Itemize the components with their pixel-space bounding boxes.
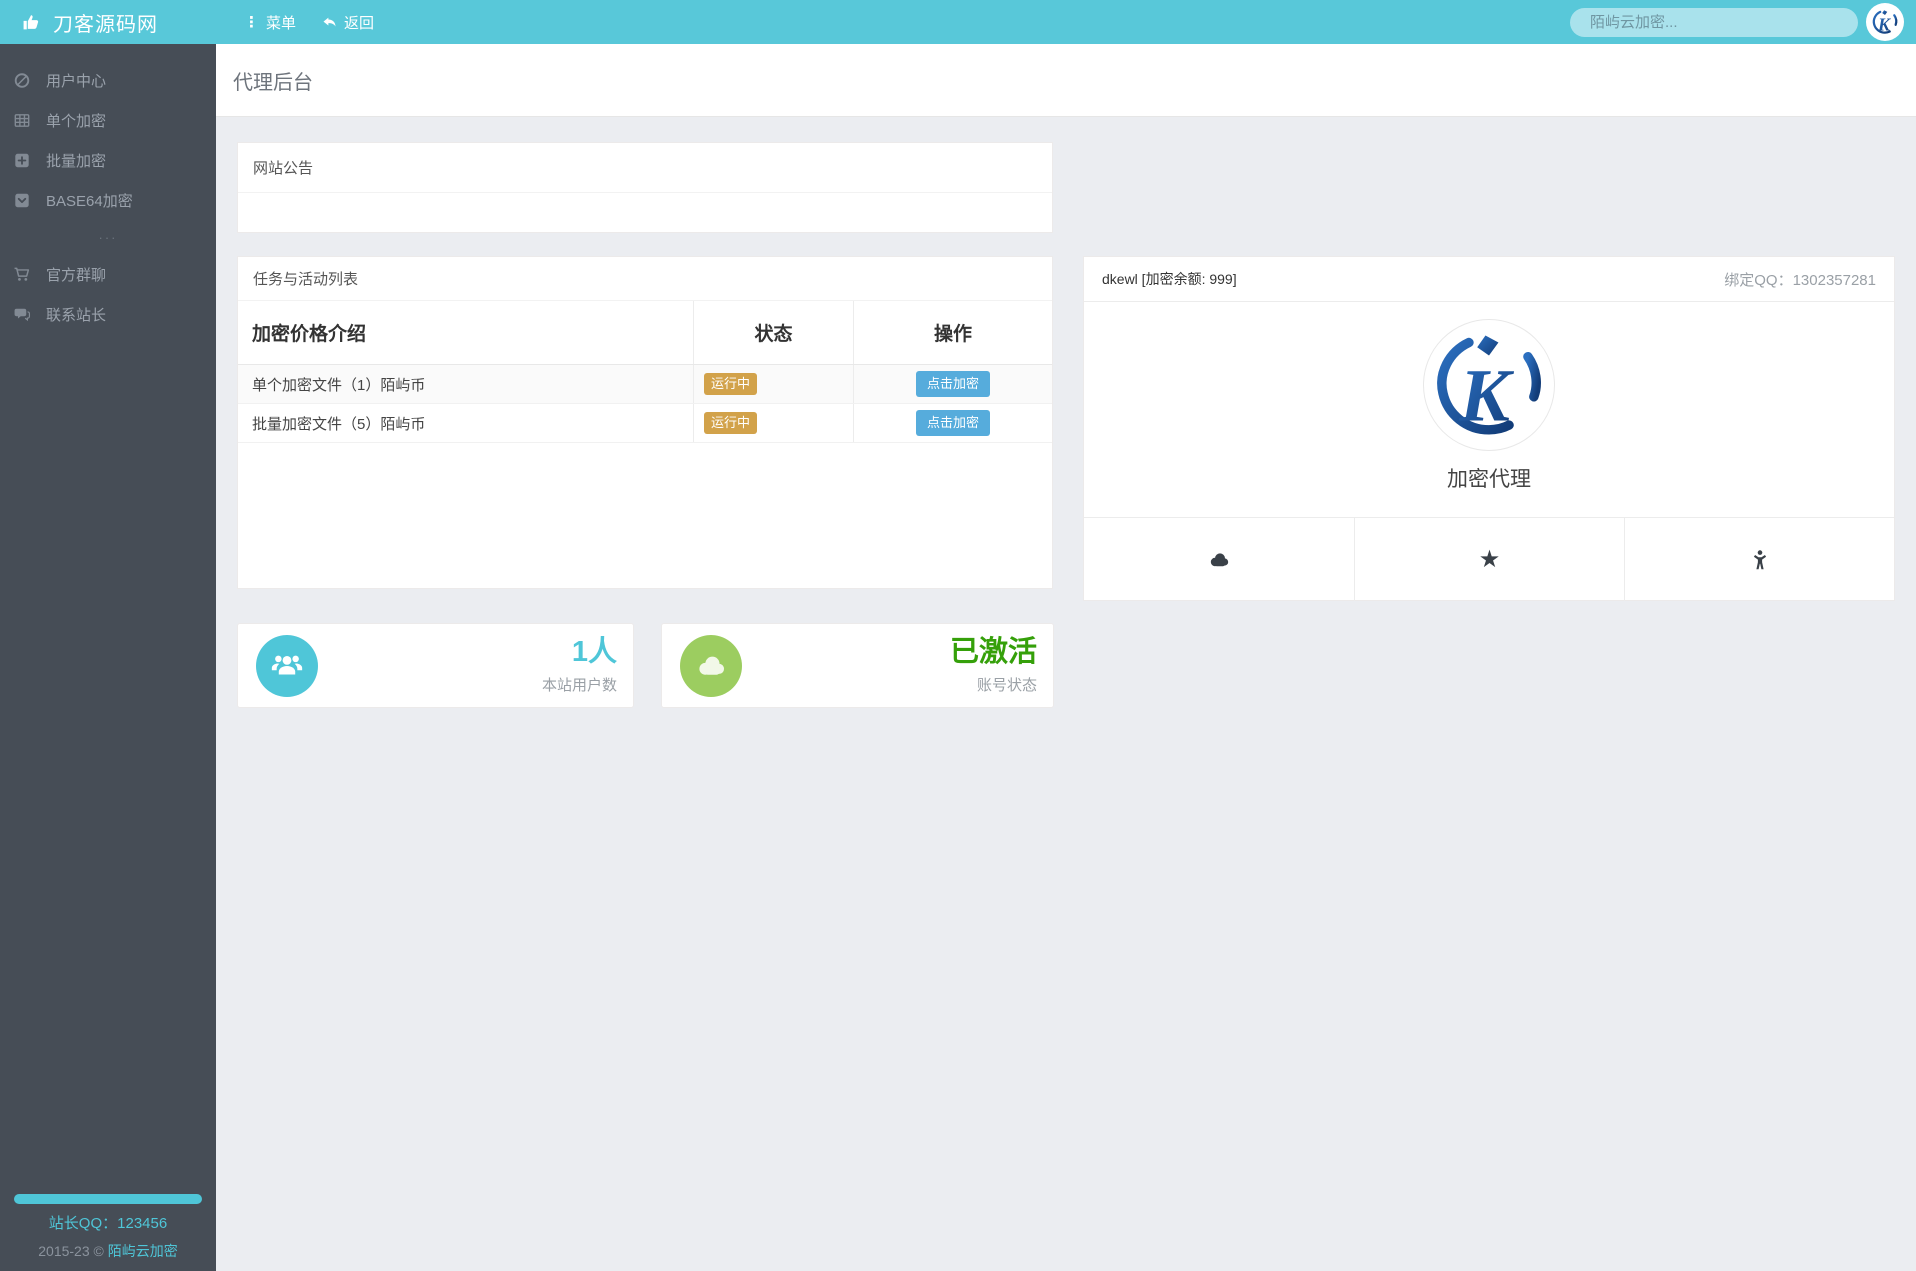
- notice-panel-body: [238, 193, 1052, 233]
- notice-panel-title: 网站公告: [238, 143, 1052, 193]
- page-title: 代理后台: [233, 66, 313, 95]
- account-status-label: 账号状态: [950, 674, 1037, 695]
- page-header: 代理后台: [216, 44, 1916, 117]
- task-row: 批量加密文件（5）陌屿币 运行中 点击加密: [238, 404, 1052, 443]
- cart-icon: [12, 266, 32, 283]
- profile-card-header: dkewl [加密余额: 999] 绑定QQ：1302357281: [1084, 257, 1894, 302]
- menu-label: 菜单: [266, 12, 296, 33]
- profile-card-body: 加密代理: [1084, 302, 1894, 517]
- account-status-value: 已激活: [950, 636, 1037, 669]
- sidebar-footer: 站长QQ：123456 2015-23 © 陌屿云加密: [0, 1194, 216, 1261]
- brand[interactable]: 刀客源码网: [22, 0, 158, 44]
- users-count-value: 1人: [542, 636, 617, 669]
- copyright-prefix: 2015-23 ©: [38, 1243, 107, 1259]
- users-stat-card: 1人 本站用户数: [237, 623, 634, 708]
- account-status-circle: [680, 635, 742, 697]
- sidebar-item-contact-admin[interactable]: 联系站长: [0, 294, 216, 334]
- encrypt-action-button[interactable]: 点击加密: [916, 371, 990, 397]
- cloud-icon: [694, 649, 728, 683]
- sidebar-item-base64-encrypt[interactable]: BASE64加密: [0, 180, 216, 220]
- menu-button[interactable]: ⋮ 菜单: [244, 12, 296, 33]
- bound-qq-text: 绑定QQ：1302357281: [1724, 269, 1876, 290]
- role-title: 加密代理: [1447, 463, 1531, 493]
- thumbs-up-icon: [22, 13, 41, 32]
- sidebar-nav: 用户中心 单个加密 批量加密 BASE64加密 ··· 官方群聊 联系站长: [0, 44, 216, 334]
- star-tab[interactable]: ★: [1354, 518, 1624, 601]
- status-badge: 运行中: [704, 373, 757, 395]
- table-header-row: 加密价格介绍 状态 操作: [238, 301, 1052, 365]
- kebab-menu-icon: ⋮: [244, 15, 259, 30]
- avatar[interactable]: [1866, 3, 1904, 41]
- profile-icon-row: ★: [1084, 517, 1894, 601]
- sidebar-item-label: BASE64加密: [46, 190, 133, 211]
- profile-logo: [1423, 319, 1555, 451]
- column-header-price: 加密价格介绍: [238, 301, 693, 364]
- admin-qq-text: 站长QQ：123456: [49, 1212, 167, 1233]
- sidebar-item-user-center[interactable]: 用户中心: [0, 60, 216, 100]
- tasks-panel-title: 任务与活动列表: [238, 257, 1052, 301]
- notice-panel: 网站公告: [237, 142, 1053, 233]
- brand-title: 刀客源码网: [53, 8, 158, 37]
- brand-logo-icon: [1871, 8, 1899, 36]
- search-input[interactable]: [1570, 8, 1858, 37]
- sidebar-item-label: 批量加密: [46, 150, 106, 171]
- brand-logo-icon: [1430, 326, 1548, 444]
- sidebar-item-label: 官方群聊: [46, 264, 106, 285]
- sidebar-more-dots[interactable]: ···: [0, 220, 216, 254]
- sidebar-item-single-encrypt[interactable]: 单个加密: [0, 100, 216, 140]
- sidebar: 用户中心 单个加密 批量加密 BASE64加密 ··· 官方群聊 联系站长 站长…: [0, 44, 216, 1271]
- users-count-label: 本站用户数: [542, 674, 617, 695]
- star-icon: ★: [1479, 548, 1501, 572]
- users-stat-circle: [256, 635, 318, 697]
- comment-icon: [12, 306, 32, 323]
- topbar-menu: ⋮ 菜单 返回: [244, 0, 374, 44]
- task-name: 批量加密文件（5）陌屿币: [238, 404, 693, 442]
- table-icon: [12, 112, 32, 129]
- cloud-tab[interactable]: [1084, 518, 1354, 601]
- user-balance-text: dkewl [加密余额: 999]: [1102, 269, 1237, 289]
- tasks-panel: 任务与活动列表 加密价格介绍 状态 操作 单个加密文件（1）陌屿币 运行中 点击…: [237, 256, 1053, 589]
- copyright-link[interactable]: 陌屿云加密: [108, 1243, 178, 1259]
- plus-square-icon: [12, 152, 32, 169]
- person-icon: [1748, 548, 1772, 572]
- sidebar-item-label: 单个加密: [46, 110, 106, 131]
- footer-accent-bar: [14, 1194, 202, 1204]
- sidebar-item-batch-encrypt[interactable]: 批量加密: [0, 140, 216, 180]
- cloud-icon: [1207, 548, 1231, 572]
- ban-icon: [12, 72, 32, 89]
- encrypt-action-button[interactable]: 点击加密: [916, 410, 990, 436]
- sidebar-item-label: 用户中心: [46, 70, 106, 91]
- back-button[interactable]: 返回: [322, 12, 374, 33]
- copyright-text: 2015-23 © 陌屿云加密: [38, 1241, 177, 1261]
- topbar: 刀客源码网 ⋮ 菜单 返回: [0, 0, 1916, 44]
- task-row: 单个加密文件（1）陌屿币 运行中 点击加密: [238, 365, 1052, 404]
- back-label: 返回: [344, 12, 374, 33]
- sidebar-item-official-group[interactable]: 官方群聊: [0, 254, 216, 294]
- person-tab[interactable]: [1624, 518, 1894, 601]
- status-badge: 运行中: [704, 412, 757, 434]
- users-group-icon: [270, 649, 304, 683]
- sidebar-item-label: 联系站长: [46, 304, 106, 325]
- reply-arrow-icon: [322, 15, 337, 30]
- column-header-status: 状态: [693, 301, 853, 364]
- column-header-action: 操作: [853, 301, 1052, 364]
- task-name: 单个加密文件（1）陌屿币: [238, 365, 693, 403]
- account-status-card: 已激活 账号状态: [661, 623, 1054, 708]
- caret-square-down-icon: [12, 192, 32, 209]
- profile-card: dkewl [加密余额: 999] 绑定QQ：1302357281 加密代理 ★: [1083, 256, 1895, 601]
